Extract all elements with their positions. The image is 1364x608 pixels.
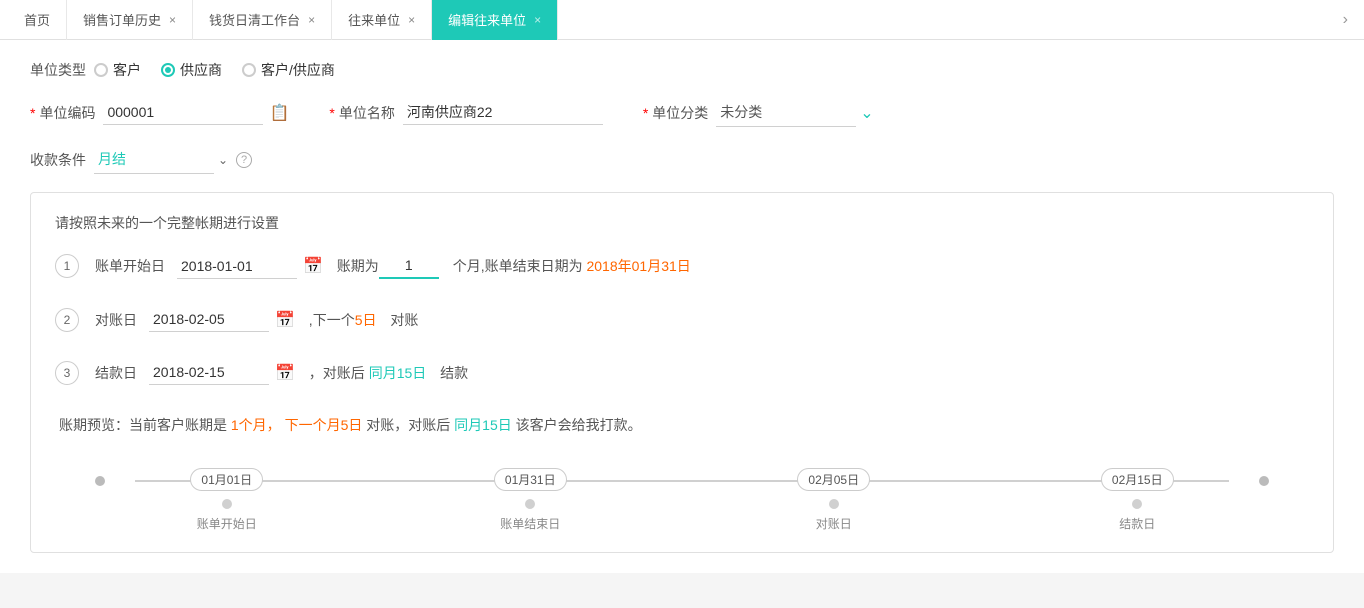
reconcile-date-input[interactable]: [149, 307, 269, 332]
period-end-date: 2018年01月31日: [586, 256, 690, 276]
timeline-label-4: 结款日: [1119, 515, 1155, 532]
timeline-point-3: 02月05日 对账日: [682, 468, 986, 532]
unit-info-row: * 单位编码 📋 * 单位名称 * 单位分类 未分类 ⌄: [30, 98, 1334, 127]
unit-name-input[interactable]: [403, 100, 603, 125]
help-icon[interactable]: ?: [236, 152, 252, 168]
calendar-icon[interactable]: 📅: [275, 363, 295, 383]
document-icon[interactable]: 📋: [269, 103, 289, 123]
unit-classify-group: * 单位分类 未分类 ⌄: [643, 98, 874, 127]
unit-type-row: 单位类型 客户 供应商 客户/供应商: [30, 60, 1334, 80]
period-num-2: 2: [55, 308, 79, 332]
tab-arrow[interactable]: ›: [1335, 11, 1356, 29]
period-text-3b: 结款: [436, 363, 468, 383]
unit-classify-value: 未分类: [716, 98, 856, 127]
period-row-2: 2 对账日 📅 ,下一个 5日 对账: [55, 307, 1309, 332]
radio-circle-both: [242, 63, 256, 77]
period-field-label-2: 对账日: [95, 310, 137, 330]
period-row-1: 1 账单开始日 📅 账期为 个月,账单结束日期为 2018年01月31日: [55, 253, 1309, 279]
radio-group: 客户 供应商 客户/供应商: [94, 60, 335, 80]
calendar-icon[interactable]: 📅: [275, 310, 295, 330]
preview-mid: 对账，对账后: [366, 417, 450, 433]
calendar-icon[interactable]: 📅: [303, 256, 323, 276]
preview-months: 1个月，: [231, 417, 281, 433]
payment-date-input[interactable]: [149, 360, 269, 385]
radio-circle-customer: [94, 63, 108, 77]
tab-cash-work[interactable]: 钱货日清工作台 ×: [193, 0, 332, 40]
timeline-badge-2: 01月31日: [494, 468, 567, 491]
preview-reconcile: 下一个月5日: [285, 417, 363, 433]
period-box-title: 请按照未来的一个完整帐期进行设置: [55, 213, 1309, 233]
required-star: *: [643, 105, 648, 121]
radio-supplier[interactable]: 供应商: [161, 60, 222, 80]
period-text-2a: ,下一个: [305, 310, 355, 330]
preview-text: 账期预览：当前客户账期是 1个月， 下一个月5日 对账，对账后 同月15日 该客…: [55, 413, 1309, 438]
unit-classify-label: 单位分类: [652, 103, 708, 123]
period-row-3: 3 结款日 📅 ，对账后 同月15日 结款: [55, 360, 1309, 385]
timeline-point-2: 01月31日 账单结束日: [379, 468, 683, 532]
timeline-label-3: 对账日: [816, 515, 852, 532]
preview-payment: 同月15日: [454, 417, 512, 433]
timeline-badge-1: 01月01日: [190, 468, 263, 491]
timeline-badge-4: 02月15日: [1101, 468, 1174, 491]
chevron-down-icon[interactable]: ⌄: [218, 153, 228, 167]
timeline-point-1: 01月01日 账单开始日: [75, 468, 379, 532]
radio-both[interactable]: 客户/供应商: [242, 60, 335, 80]
period-field-label-1: 账单开始日: [95, 256, 165, 276]
chevron-down-icon[interactable]: ⌄: [860, 103, 873, 123]
period-reconcile-highlight: 5日: [355, 310, 377, 330]
payment-label: 收款条件: [30, 150, 86, 170]
tab-home[interactable]: 首页: [8, 0, 67, 40]
unit-code-label: 单位编码: [39, 103, 95, 123]
required-star: *: [30, 105, 35, 121]
period-field-label-3: 结款日: [95, 363, 137, 383]
period-payment-highlight: 同月15日: [369, 363, 427, 383]
period-num-3: 3: [55, 361, 79, 385]
start-date-input[interactable]: [177, 254, 297, 279]
timeline-label-2: 账单结束日: [500, 515, 560, 532]
tab-counterpart[interactable]: 往来单位 ×: [332, 0, 432, 40]
unit-code-group: * 单位编码 📋: [30, 100, 289, 125]
required-star: *: [329, 105, 334, 121]
timeline-dot-3: [829, 499, 839, 509]
tab-edit-counterpart[interactable]: 编辑往来单位 ×: [432, 0, 558, 40]
timeline-points: 01月01日 账单开始日 01月31日 账单结束日 02月05日 对账日 02月…: [75, 468, 1289, 532]
period-num-1: 1: [55, 254, 79, 278]
period-text-3a: ，对账后: [305, 363, 369, 383]
payment-row: 收款条件 月结 ⌄ ?: [30, 145, 1334, 174]
close-icon[interactable]: ×: [308, 13, 315, 27]
main-content: 单位类型 客户 供应商 客户/供应商 * 单位编码 📋 * 单位名称: [0, 40, 1364, 573]
unit-name-label: 单位名称: [339, 103, 395, 123]
period-text-months: 个月,账单结束日期为: [449, 256, 587, 276]
preview-suffix: 该客户会给我打款。: [516, 417, 642, 433]
radio-circle-supplier: [161, 63, 175, 77]
period-text-1: 账期为: [333, 256, 379, 276]
timeline: 01月01日 账单开始日 01月31日 账单结束日 02月05日 对账日 02月…: [55, 468, 1309, 532]
timeline-dot-1: [222, 499, 232, 509]
timeline-badge-3: 02月05日: [797, 468, 870, 491]
timeline-dot-2: [525, 499, 535, 509]
unit-type-label: 单位类型: [30, 60, 86, 80]
period-box: 请按照未来的一个完整帐期进行设置 1 账单开始日 📅 账期为 个月,账单结束日期…: [30, 192, 1334, 553]
close-icon[interactable]: ×: [169, 13, 176, 27]
tab-bar: 首页 销售订单历史 × 钱货日清工作台 × 往来单位 × 编辑往来单位 × ›: [0, 0, 1364, 40]
period-text-2b: 对账: [387, 310, 419, 330]
preview-label: 账期预览：当前客户账期是: [59, 417, 227, 433]
unit-code-input[interactable]: [103, 100, 263, 125]
timeline-dot-4: [1132, 499, 1142, 509]
unit-name-group: * 单位名称: [329, 100, 602, 125]
close-icon[interactable]: ×: [534, 13, 541, 27]
timeline-point-4: 02月15日 结款日: [986, 468, 1290, 532]
payment-value[interactable]: 月结: [94, 145, 214, 174]
radio-customer[interactable]: 客户: [94, 60, 141, 80]
close-icon[interactable]: ×: [408, 13, 415, 27]
months-input[interactable]: [379, 253, 439, 279]
timeline-label-1: 账单开始日: [197, 515, 257, 532]
payment-dropdown: 月结 ⌄: [94, 145, 228, 174]
tab-sales-history[interactable]: 销售订单历史 ×: [67, 0, 193, 40]
